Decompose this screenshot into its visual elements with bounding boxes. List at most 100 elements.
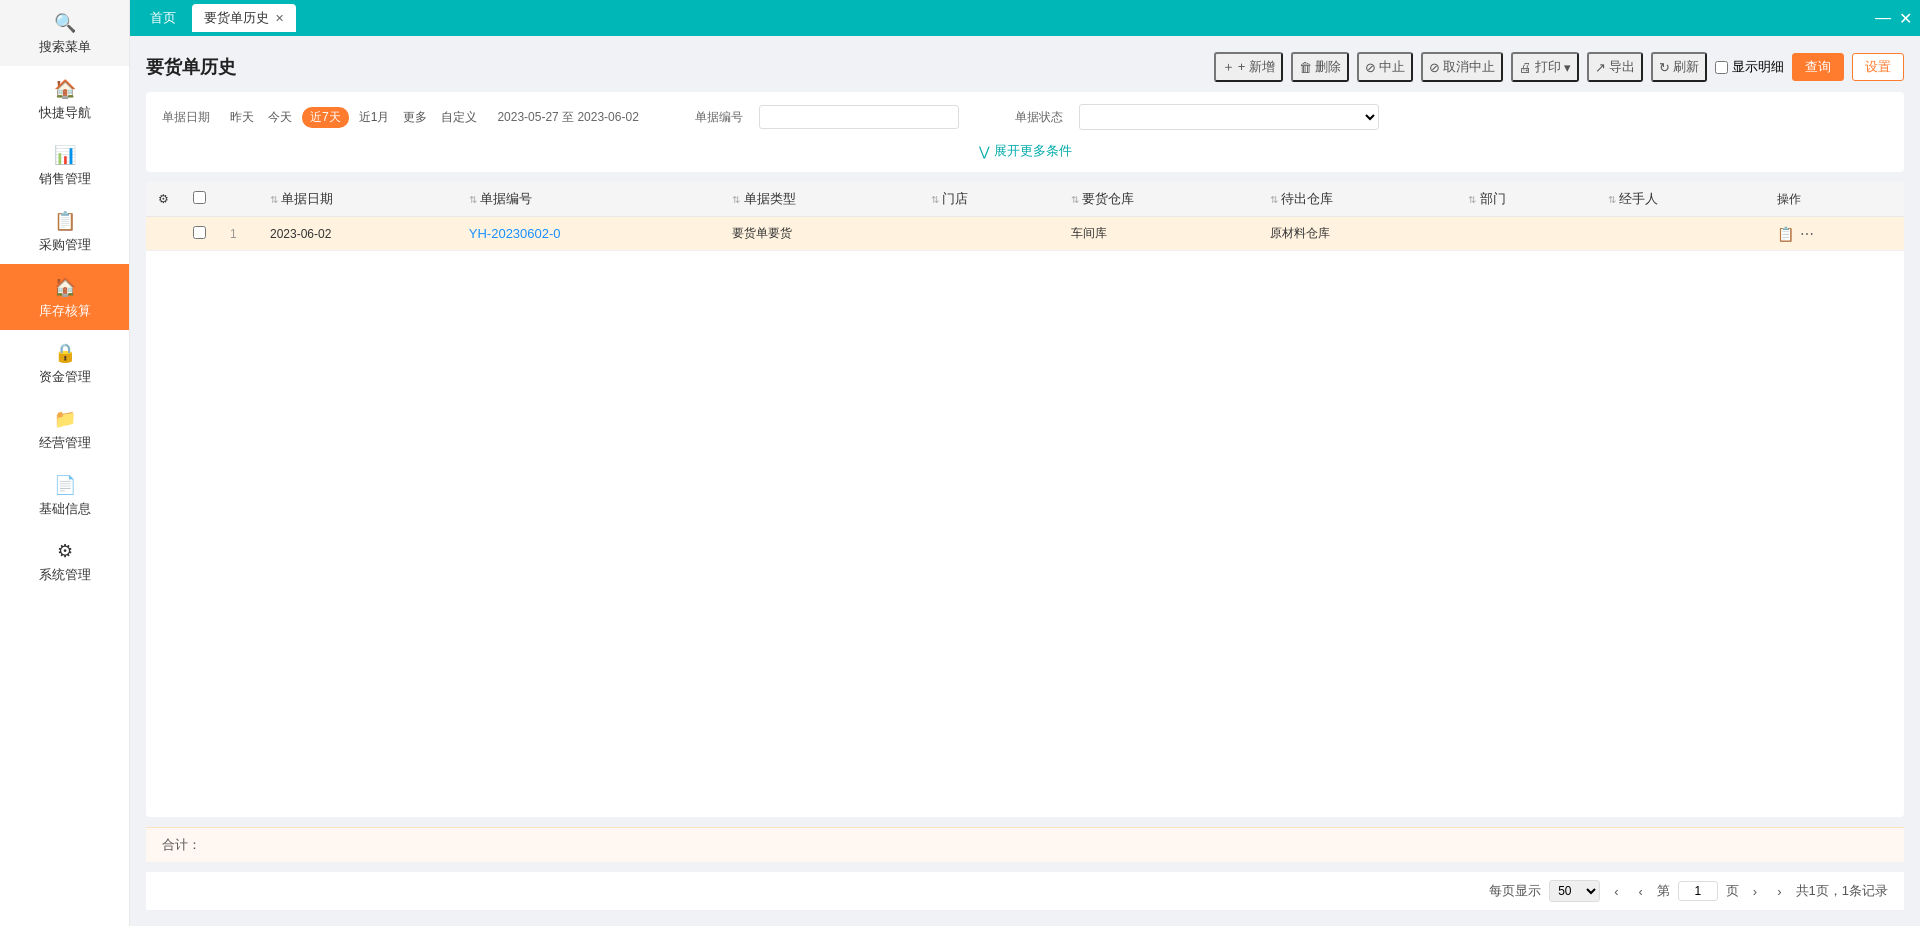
display-detail-toggle[interactable]: 显示明细	[1715, 58, 1784, 76]
stop-button[interactable]: ⊘ 中止	[1357, 52, 1413, 82]
date-btn-custom[interactable]: 自定义	[437, 107, 481, 128]
data-table: ⚙ ⇅ 单据日期 ⇅ 单据编号	[146, 182, 1904, 251]
total-info: 共1页，1条记录	[1796, 882, 1888, 900]
tab-bar: 首页 要货单历史 ✕ — ✕	[130, 0, 1920, 36]
print-button[interactable]: 🖨 打印 ▾	[1511, 52, 1579, 82]
row-checkbox[interactable]	[181, 217, 218, 251]
select-all-checkbox[interactable]	[193, 191, 206, 204]
row-handler	[1596, 217, 1765, 251]
export-icon: ↗	[1595, 60, 1606, 75]
settings-button[interactable]: 设置	[1852, 53, 1904, 81]
sort-icon: ⇅	[1270, 194, 1278, 205]
row-select-checkbox[interactable]	[193, 226, 206, 239]
sidebar-item-purchase-mgmt[interactable]: 📋 采购管理	[0, 198, 129, 264]
delete-button[interactable]: 🗑 删除	[1291, 52, 1349, 82]
sidebar-item-operations-mgmt[interactable]: 📁 经营管理	[0, 396, 129, 462]
row-actions: 📋 ⋯	[1765, 217, 1904, 251]
operations-mgmt-icon: 📁	[54, 408, 76, 430]
purchase-mgmt-icon: 📋	[54, 210, 76, 232]
main-area: 首页 要货单历史 ✕ — ✕ 要货单历史 ＋ + 新增 🗑 删除	[130, 0, 1920, 926]
sidebar-item-finance-mgmt[interactable]: 🔒 资金管理	[0, 330, 129, 396]
page-input[interactable]	[1678, 881, 1718, 901]
inventory-icon: 🏠	[54, 276, 76, 298]
date-range-display: 2023-05-27 至 2023-06-02	[497, 109, 638, 126]
doc-number-link[interactable]: YH-20230602-0	[469, 226, 561, 241]
tab-home[interactable]: 首页	[138, 4, 188, 32]
date-filter-label: 单据日期	[162, 109, 210, 126]
table-header-doc-type[interactable]: ⇅ 单据类型	[720, 182, 919, 217]
row-store	[919, 217, 1059, 251]
window-close-icon[interactable]: ✕	[1899, 9, 1912, 28]
doc-status-select[interactable]	[1079, 104, 1379, 130]
date-btn-yesterday[interactable]: 昨天	[226, 107, 258, 128]
refresh-button[interactable]: ↻ 刷新	[1651, 52, 1707, 82]
sidebar-item-sales-mgmt[interactable]: 📊 销售管理	[0, 132, 129, 198]
table-header-doc-number[interactable]: ⇅ 单据编号	[457, 182, 721, 217]
refresh-icon: ↻	[1659, 60, 1670, 75]
table-header-store[interactable]: ⇅ 门店	[919, 182, 1059, 217]
row-edit-icon[interactable]: 📋	[1777, 226, 1794, 242]
tab-requisition-history[interactable]: 要货单历史 ✕	[192, 4, 296, 32]
date-btn-1month[interactable]: 近1月	[355, 107, 394, 128]
sort-icon: ⇅	[931, 194, 939, 205]
table-row: 1 2023-06-02 YH-20230602-0 要货单要货 车间库 原材料…	[146, 217, 1904, 251]
page-unit: 页	[1726, 882, 1739, 900]
toolbar: ＋ + 新增 🗑 删除 ⊘ 中止 ⊘ 取消中止 🖨 打印	[1214, 52, 1904, 82]
table-header-doc-date[interactable]: ⇅ 单据日期	[258, 182, 457, 217]
page-label: 第	[1657, 882, 1670, 900]
sidebar-item-inventory[interactable]: 🏠 库存核算	[0, 264, 129, 330]
prev-page-btn2[interactable]: ‹	[1633, 882, 1649, 901]
page-size-select[interactable]: 10 20 50 100	[1549, 880, 1600, 902]
sort-icon: ⇅	[469, 194, 477, 205]
export-button[interactable]: ↗ 导出	[1587, 52, 1643, 82]
date-btn-more[interactable]: 更多	[399, 107, 431, 128]
table-header-department[interactable]: ⇅ 部门	[1456, 182, 1596, 217]
table-header-checkbox[interactable]	[181, 182, 218, 217]
print-icon: 🖨	[1519, 60, 1532, 75]
expand-more-conditions[interactable]: ⋁ 展开更多条件	[979, 142, 1072, 160]
sidebar-item-quick-nav[interactable]: 🏠 快捷导航	[0, 66, 129, 132]
cancel-stop-icon: ⊘	[1429, 60, 1440, 75]
page-title: 要货单历史	[146, 55, 236, 79]
date-btn-today[interactable]: 今天	[264, 107, 296, 128]
print-dropdown-icon: ▾	[1564, 60, 1571, 75]
table-header-req-warehouse[interactable]: ⇅ 要货仓库	[1059, 182, 1258, 217]
row-settings	[146, 217, 181, 251]
next-page-btn2[interactable]: ›	[1771, 882, 1787, 901]
query-button[interactable]: 查询	[1792, 53, 1844, 81]
table-header-pending-warehouse[interactable]: ⇅ 待出仓库	[1258, 182, 1457, 217]
table-header-settings[interactable]: ⚙	[146, 182, 181, 217]
pagination-bar: 每页显示 10 20 50 100 ‹ ‹ 第 页 › › 共1页，1条记录	[146, 872, 1904, 910]
row-department	[1456, 217, 1596, 251]
sort-icon: ⇅	[1608, 194, 1616, 205]
prev-page-btn[interactable]: ‹	[1608, 882, 1624, 901]
row-num: 1	[218, 217, 258, 251]
doc-number-input[interactable]	[759, 105, 959, 129]
row-more-icon[interactable]: ⋯	[1800, 226, 1814, 242]
stop-icon: ⊘	[1365, 60, 1376, 75]
expand-icon: ⋁	[979, 144, 990, 159]
table-header-handler[interactable]: ⇅ 经手人	[1596, 182, 1765, 217]
expand-row: ⋁ 展开更多条件	[162, 138, 1888, 160]
display-detail-checkbox[interactable]	[1715, 61, 1728, 74]
table-header-row: ⚙ ⇅ 单据日期 ⇅ 单据编号	[146, 182, 1904, 217]
sidebar-item-search-menu[interactable]: 🔍 搜索菜单	[0, 0, 129, 66]
row-doc-type: 要货单要货	[720, 217, 919, 251]
sidebar-item-system-mgmt[interactable]: ⚙ 系统管理	[0, 528, 129, 594]
new-button[interactable]: ＋ + 新增	[1214, 52, 1283, 82]
date-btn-7days[interactable]: 近7天	[302, 107, 349, 128]
table-header-num	[218, 182, 258, 217]
page-header: 要货单历史 ＋ + 新增 🗑 删除 ⊘ 中止 ⊘ 取消中止	[146, 52, 1904, 82]
doc-number-filter-label: 单据编号	[695, 109, 743, 126]
sidebar-item-basic-info[interactable]: 📄 基础信息	[0, 462, 129, 528]
row-doc-number[interactable]: YH-20230602-0	[457, 217, 721, 251]
quick-nav-icon: 🏠	[54, 78, 76, 100]
basic-info-icon: 📄	[54, 474, 76, 496]
window-minimize-icon[interactable]: —	[1875, 9, 1891, 27]
sort-icon: ⇅	[1468, 194, 1476, 205]
cancel-stop-button[interactable]: ⊘ 取消中止	[1421, 52, 1503, 82]
next-page-btn[interactable]: ›	[1747, 882, 1763, 901]
new-icon: ＋	[1222, 58, 1235, 76]
page-size-label: 每页显示	[1489, 882, 1541, 900]
tab-close-icon[interactable]: ✕	[275, 12, 284, 25]
